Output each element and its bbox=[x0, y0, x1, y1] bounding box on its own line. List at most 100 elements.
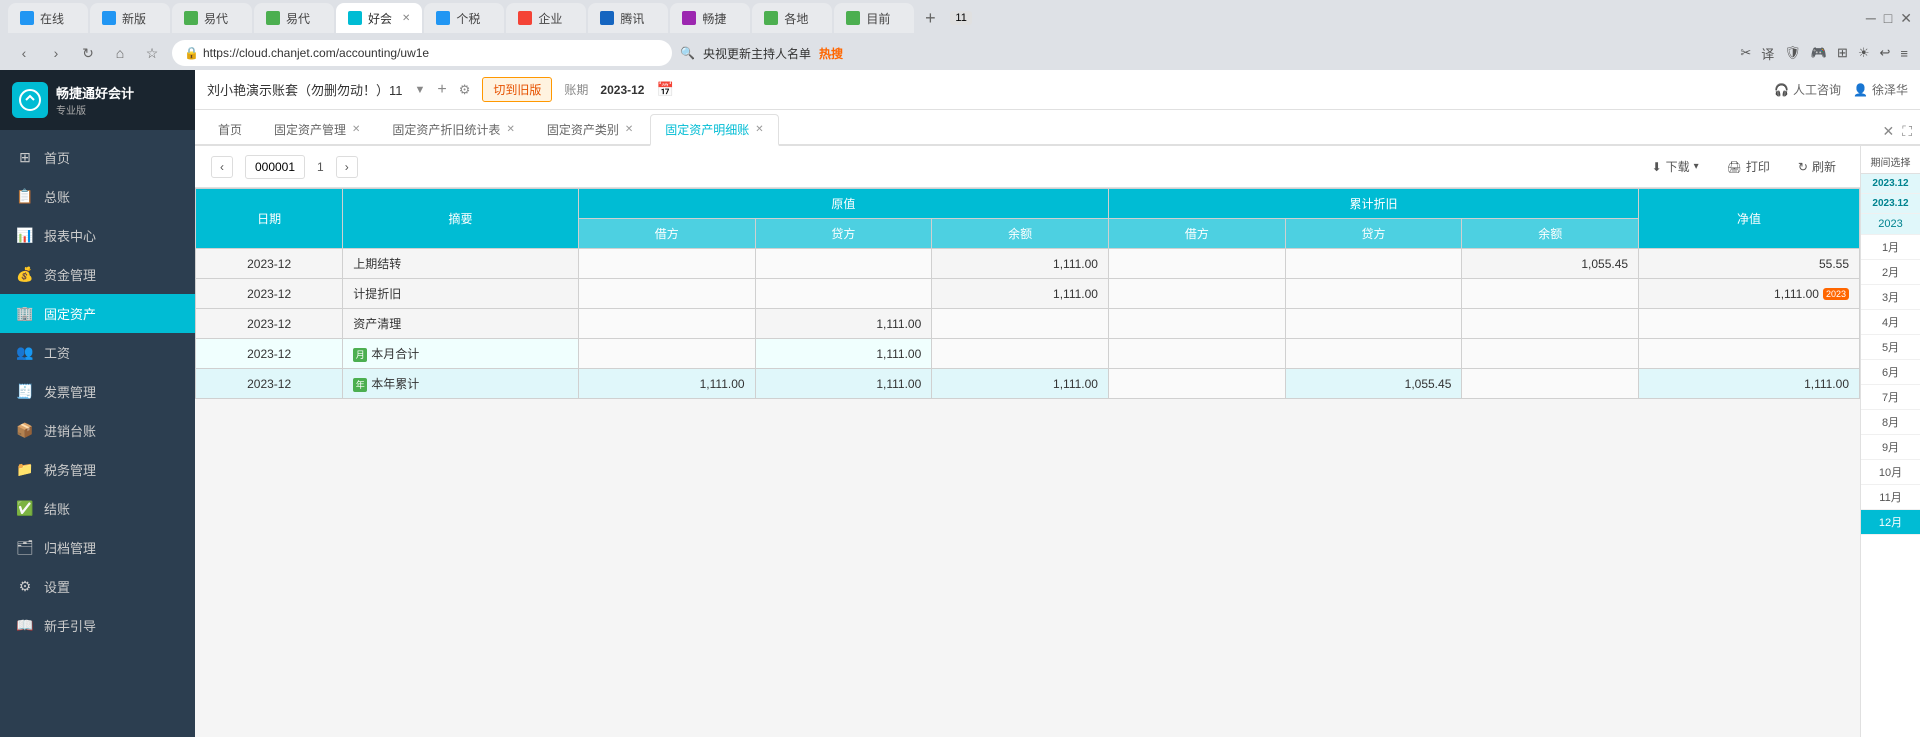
menu-icon[interactable]: ≡ bbox=[1900, 46, 1908, 61]
period-month-3[interactable]: 3月 bbox=[1861, 285, 1920, 310]
tab-yidai1[interactable]: 易代 bbox=[172, 3, 252, 33]
refresh-button[interactable]: ↻ 刷新 bbox=[1790, 154, 1844, 179]
tab-close-haohui[interactable]: ✕ bbox=[402, 13, 410, 24]
sidebar-item-general-ledger[interactable]: 📋 总账 bbox=[0, 177, 195, 216]
period-month-8[interactable]: 8月 bbox=[1861, 410, 1920, 435]
cell-orig-balance bbox=[932, 339, 1109, 369]
tab-online[interactable]: 在线 bbox=[8, 3, 88, 33]
period-year-2023[interactable]: 2023 bbox=[1861, 214, 1920, 235]
tab-gedi[interactable]: 各地 bbox=[752, 3, 832, 33]
tab-close-depreciation-stats[interactable]: ✕ bbox=[506, 124, 514, 135]
period-month-12[interactable]: 12月 bbox=[1861, 510, 1920, 535]
translate-icon[interactable]: 译 bbox=[1761, 44, 1774, 63]
ledger-table: 日期 摘要 原值 累计折旧 净值 借方 贷方 余额 借方 贷方 余额 bbox=[195, 188, 1860, 399]
support-button[interactable]: 🎧 人工咨询 bbox=[1774, 81, 1841, 98]
sidebar-item-reports[interactable]: 📊 报表中心 bbox=[0, 216, 195, 255]
sidebar-item-tax[interactable]: 📁 税务管理 bbox=[0, 450, 195, 489]
print-icon: 🖨 bbox=[1727, 160, 1742, 174]
period-month-9[interactable]: 9月 bbox=[1861, 435, 1920, 460]
period-month-4[interactable]: 4月 bbox=[1861, 310, 1920, 335]
tab-close-fixed-assets-management[interactable]: ✕ bbox=[352, 124, 360, 135]
expand-icon[interactable]: ⛶ bbox=[1902, 123, 1912, 140]
tab-geshui[interactable]: 个税 bbox=[424, 3, 504, 33]
sidebar-item-archive[interactable]: 🗂 归档管理 bbox=[0, 528, 195, 567]
cell-orig-credit: 1,111.00 bbox=[755, 309, 932, 339]
period-month-1[interactable]: 1月 bbox=[1861, 235, 1920, 260]
period-panel-title: 期间选择 bbox=[1861, 150, 1920, 174]
browser-toolbar-icons: ✂ 译 🛡 🎮 ⊞ ☀ ↩ ≡ bbox=[1740, 44, 1908, 63]
cell-date: 2023-12 bbox=[196, 369, 343, 399]
sidebar-item-archive-label: 归档管理 bbox=[44, 538, 96, 557]
tab-yidai2[interactable]: 易代 bbox=[254, 3, 334, 33]
tab-asset-detail-ledger[interactable]: 固定资产明细账 ✕ bbox=[650, 114, 778, 146]
undo-icon[interactable]: ↩ bbox=[1880, 45, 1891, 61]
home-button[interactable]: ⌂ bbox=[108, 41, 132, 65]
tab-tengxun[interactable]: 腾讯 bbox=[588, 3, 668, 33]
cell-net-value bbox=[1639, 309, 1860, 339]
user-button[interactable]: 👤 徐泽华 bbox=[1853, 81, 1908, 98]
tab-asset-category[interactable]: 固定资产类别 ✕ bbox=[532, 114, 648, 144]
th-dep-debit: 借方 bbox=[1108, 219, 1285, 249]
tab-close-asset-category[interactable]: ✕ bbox=[625, 124, 633, 135]
period-month-7[interactable]: 7月 bbox=[1861, 385, 1920, 410]
download-button[interactable]: ⬇ 下载 ▾ bbox=[1644, 154, 1707, 179]
sidebar-item-funds[interactable]: 💰 资金管理 bbox=[0, 255, 195, 294]
app-layout: 畅捷通好会计 专业版 ⊞ 首页 📋 总账 📊 报表中心 💰 资金管理 🏢 bbox=[0, 70, 1920, 737]
tab-close-asset-detail-ledger[interactable]: ✕ bbox=[755, 124, 763, 135]
tab-depreciation-stats[interactable]: 固定资产折旧统计表 ✕ bbox=[377, 114, 529, 144]
minimize-icon[interactable]: ─ bbox=[1866, 10, 1876, 26]
sidebar-item-fixed-assets[interactable]: 🏢 固定资产 bbox=[0, 294, 195, 333]
period-month-11[interactable]: 11月 bbox=[1861, 485, 1920, 510]
page-total: 1 bbox=[317, 160, 324, 174]
sun-icon[interactable]: ☀ bbox=[1858, 45, 1870, 61]
invoice-icon: 🧾 bbox=[16, 383, 34, 400]
maximize-icon[interactable]: □ bbox=[1884, 10, 1892, 26]
tab-fixed-assets-management[interactable]: 固定资产管理 ✕ bbox=[259, 114, 375, 144]
tab-haohui[interactable]: 好会 ✕ bbox=[336, 3, 422, 33]
sidebar-item-payroll[interactable]: 👥 工资 bbox=[0, 333, 195, 372]
period-month-10[interactable]: 10月 bbox=[1861, 460, 1920, 485]
shield-icon[interactable]: 🛡 bbox=[1784, 45, 1801, 61]
switch-version-button[interactable]: 切到旧版 bbox=[482, 77, 552, 102]
add-account-button[interactable]: + bbox=[437, 81, 446, 99]
page-number-input[interactable] bbox=[245, 155, 305, 179]
sidebar-item-invoices[interactable]: 🧾 发票管理 bbox=[0, 372, 195, 411]
tab-home[interactable]: 首页 bbox=[203, 114, 257, 144]
period-month-6[interactable]: 6月 bbox=[1861, 360, 1920, 385]
sidebar-item-settings[interactable]: ⚙ 设置 bbox=[0, 567, 195, 606]
cut-icon[interactable]: ✂ bbox=[1740, 45, 1751, 61]
settings-account-icon[interactable]: ⚙ bbox=[459, 82, 471, 98]
game-icon[interactable]: 🎮 bbox=[1811, 45, 1827, 61]
period-month-2[interactable]: 2月 bbox=[1861, 260, 1920, 285]
calendar-icon[interactable]: 📅 bbox=[656, 81, 673, 98]
address-input[interactable]: 🔒 https://cloud.chanjet.com/accounting/u… bbox=[172, 40, 672, 66]
print-button[interactable]: 🖨 打印 bbox=[1719, 154, 1778, 179]
collapse-icon[interactable]: ✕ bbox=[1882, 123, 1894, 140]
tab-qiye[interactable]: 企业 bbox=[506, 3, 586, 33]
period-start-date[interactable]: 2023.12 bbox=[1861, 174, 1920, 194]
sidebar-item-guide[interactable]: 📖 新手引导 bbox=[0, 606, 195, 645]
new-tab-button[interactable]: + bbox=[916, 4, 944, 32]
cell-dep-debit bbox=[1108, 309, 1285, 339]
period-month-5[interactable]: 5月 bbox=[1861, 335, 1920, 360]
sidebar-item-inventory[interactable]: 📦 进销台账 bbox=[0, 411, 195, 450]
tab-new[interactable]: 新版 bbox=[90, 3, 170, 33]
reload-button[interactable]: ↻ bbox=[76, 41, 100, 65]
download-label: 下载 bbox=[1666, 158, 1690, 175]
grid-icon[interactable]: ⊞ bbox=[1837, 45, 1848, 61]
sidebar-item-closing[interactable]: ✅ 结账 bbox=[0, 489, 195, 528]
tab-muqian[interactable]: 目前 bbox=[834, 3, 914, 33]
next-page-button[interactable]: › bbox=[336, 156, 358, 178]
tab-fixed-assets-management-label: 固定资产管理 bbox=[274, 121, 346, 138]
sidebar-item-home[interactable]: ⊞ 首页 bbox=[0, 138, 195, 177]
tab-changjie[interactable]: 畅捷 bbox=[670, 3, 750, 33]
ledger-toolbar: ‹ 1 › ⬇ 下载 ▾ 🖨 打印 bbox=[195, 146, 1860, 188]
bookmark-button[interactable]: ☆ bbox=[140, 41, 164, 65]
dropdown-icon[interactable]: ▼ bbox=[415, 84, 426, 96]
back-button[interactable]: ‹ bbox=[12, 41, 36, 65]
cell-dep-debit bbox=[1108, 249, 1285, 279]
close-icon[interactable]: ✕ bbox=[1900, 10, 1912, 27]
prev-page-button[interactable]: ‹ bbox=[211, 156, 233, 178]
period-end-date[interactable]: 2023.12 bbox=[1861, 194, 1920, 214]
forward-button[interactable]: › bbox=[44, 41, 68, 65]
